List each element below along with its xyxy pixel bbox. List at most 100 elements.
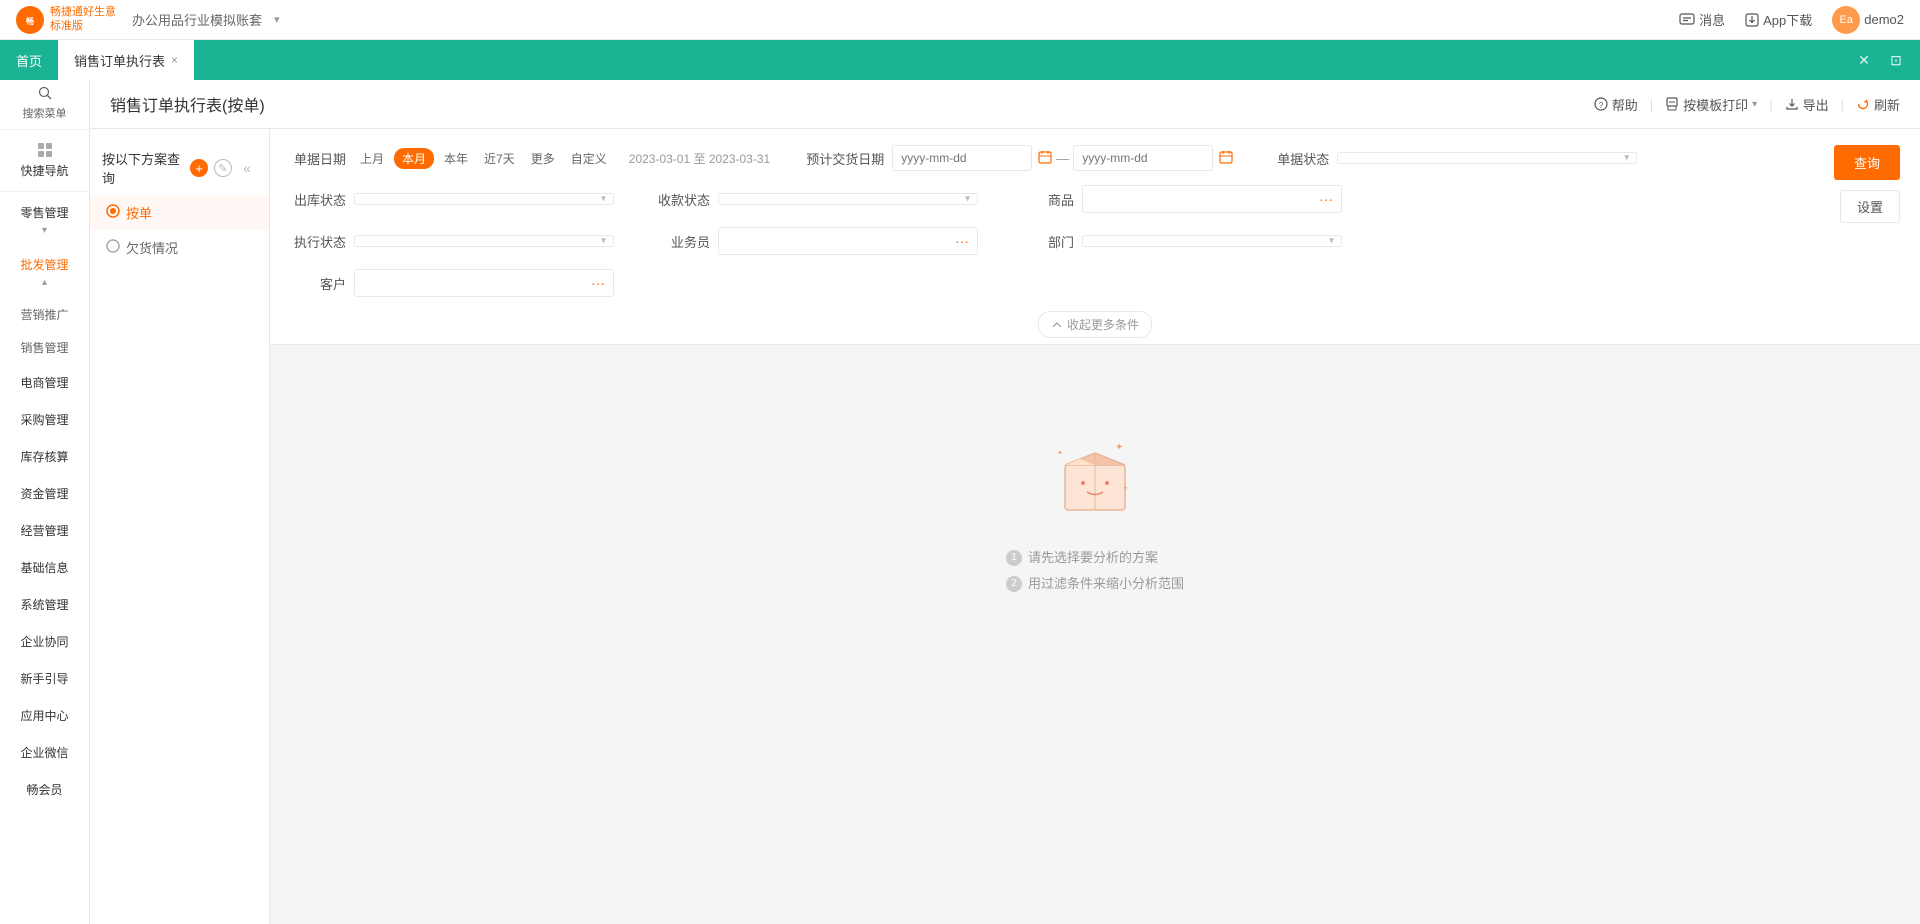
- tab-close-icon[interactable]: ×: [171, 53, 178, 67]
- panel-item-backorder[interactable]: 欠货情况: [90, 230, 269, 265]
- print-btn[interactable]: 按模板打印 ▾: [1665, 95, 1757, 114]
- date-btn-7days[interactable]: 近7天: [478, 148, 521, 169]
- panel-item-active-icon: [106, 204, 120, 221]
- page-actions: ? 帮助 | 按模板打印 ▾ | 导出: [1594, 95, 1900, 114]
- tab-active[interactable]: 销售订单执行表 ×: [58, 40, 194, 80]
- delivery-select-display[interactable]: ▾: [354, 193, 614, 205]
- calendar-end-icon[interactable]: [1219, 150, 1233, 167]
- collapse-conditions-btn[interactable]: 收起更多条件: [1038, 311, 1152, 338]
- sidebar-item-appcenter[interactable]: 应用中心: [0, 697, 89, 734]
- date-range-text: 2023-03-01 至 2023-03-31: [629, 150, 770, 167]
- panel-edit-btn[interactable]: ✎: [213, 158, 233, 178]
- sidebar-item-finance[interactable]: 资金管理: [0, 475, 89, 512]
- dropdown-arrow-icon[interactable]: ▾: [274, 13, 280, 26]
- filter-customer-label: 客户: [286, 274, 346, 293]
- export-btn[interactable]: 导出: [1785, 95, 1829, 114]
- date-btn-more[interactable]: 更多: [525, 148, 561, 169]
- tab-home[interactable]: 首页: [0, 40, 58, 80]
- empty-state: ✦ ✦ ✦: [270, 345, 1920, 677]
- empty-illustration: ✦ ✦ ✦: [1045, 425, 1145, 525]
- filter-status-item: 单据状态 ▾: [1269, 149, 1637, 168]
- sidebar-item-member[interactable]: 畅会员: [0, 771, 89, 808]
- main-content: 销售订单执行表(按单) ? 帮助 | 按模板打印 ▾ |: [90, 80, 1920, 924]
- goods-more-icon[interactable]: ···: [1319, 191, 1333, 207]
- sidebar-item-inventory[interactable]: 库存核算: [0, 438, 89, 475]
- sidebar-item-retail[interactable]: 零售管理▾: [0, 194, 89, 246]
- expected-date-end[interactable]: [1073, 145, 1213, 171]
- panel-item-icon: [106, 239, 120, 256]
- customer-more-icon[interactable]: ···: [591, 275, 605, 291]
- nav-tab-actions: ✕ ⊡: [1852, 48, 1920, 72]
- filter-collect-label: 收款状态: [650, 190, 710, 209]
- department-dropdown-icon: ▾: [1329, 236, 1334, 247]
- collect-dropdown-icon: ▾: [965, 194, 970, 205]
- refresh-btn[interactable]: 刷新: [1856, 95, 1900, 114]
- sidebar-item-search[interactable]: 搜索菜单: [0, 80, 89, 127]
- execute-select-display[interactable]: ▾: [354, 235, 614, 247]
- collect-select[interactable]: ▾: [718, 193, 978, 205]
- filter-department-item: 部门 ▾: [1014, 232, 1342, 251]
- filter-date-item: 单据日期 上月 本月 本年 近7天 更多 自定义: [286, 148, 770, 169]
- logo-icon: 畅: [16, 6, 44, 34]
- filter-salesperson-label: 业务员: [650, 232, 710, 251]
- filter-date-label: 单据日期: [286, 149, 346, 168]
- sidebar-item-wechat[interactable]: 企业微信: [0, 734, 89, 771]
- print-dropdown-arrow-icon: ▾: [1752, 99, 1757, 110]
- filter-department-label: 部门: [1014, 232, 1074, 251]
- top-bar-title: 办公用品行业模拟账套: [132, 10, 262, 29]
- sidebar-item-operation[interactable]: 经营管理: [0, 512, 89, 549]
- left-panel: 按以下方案查询 + ✎ «: [90, 129, 270, 924]
- panel-collapse-btn[interactable]: «: [237, 158, 257, 178]
- empty-hint-2: 2 用过滤条件来缩小分析范围: [1006, 571, 1184, 597]
- collect-select-display[interactable]: ▾: [718, 193, 978, 205]
- execute-dropdown-icon: ▾: [601, 236, 606, 247]
- sidebar-item-newuser[interactable]: 新手引导: [0, 660, 89, 697]
- filter-status-label: 单据状态: [1269, 149, 1329, 168]
- collapse-btn-row: 收起更多条件: [270, 305, 1920, 344]
- sidebar-item-purchase[interactable]: 采购管理: [0, 401, 89, 438]
- svg-text:畅: 畅: [26, 16, 34, 26]
- sidebar-sub-item-marketing[interactable]: 营销推广: [0, 298, 89, 331]
- help-btn[interactable]: ? 帮助: [1594, 95, 1638, 114]
- setting-btn[interactable]: 设置: [1840, 190, 1900, 223]
- delivery-select[interactable]: ▾: [354, 193, 614, 205]
- status-select-display[interactable]: ▾: [1337, 152, 1637, 164]
- sidebar-item-wholesale[interactable]: 批发管理▴: [0, 246, 89, 298]
- filter-expected-date-item: 预计交货日期 —: [806, 145, 1233, 171]
- right-action-btns: 查询 设置: [1830, 129, 1920, 305]
- date-btn-custom[interactable]: 自定义: [565, 148, 613, 169]
- panel-item-by-order[interactable]: 按单: [90, 195, 269, 230]
- date-btn-last-month[interactable]: 上月: [354, 148, 390, 169]
- panel-section-header: 按以下方案查询 + ✎ «: [90, 141, 269, 195]
- avatar: Ea: [1832, 6, 1860, 34]
- execute-select[interactable]: ▾: [354, 235, 614, 247]
- sidebar-item-basics[interactable]: 基础信息: [0, 549, 89, 586]
- date-btn-this-month[interactable]: 本月: [394, 148, 434, 169]
- nav-tabs: 首页 销售订单执行表 × ✕ ⊡: [0, 40, 1920, 80]
- app-logo: 畅 畅捷通好生意 标准版: [16, 6, 116, 34]
- app-download-btn[interactable]: App下载: [1745, 10, 1812, 29]
- expected-date-start[interactable]: [892, 145, 1032, 171]
- page-title: 销售订单执行表(按单): [110, 92, 265, 116]
- salesperson-more-icon[interactable]: ···: [955, 233, 969, 249]
- status-select[interactable]: ▾: [1337, 152, 1637, 164]
- sidebar-sub-item-sales[interactable]: 销售管理: [0, 331, 89, 364]
- date-btn-this-year[interactable]: 本年: [438, 148, 474, 169]
- message-btn[interactable]: 消息: [1679, 10, 1725, 29]
- sidebar-item-shortcut[interactable]: 快捷导航: [0, 132, 89, 189]
- window-close-btn[interactable]: ✕: [1852, 48, 1876, 72]
- calendar-start-icon[interactable]: [1038, 150, 1052, 167]
- window-expand-btn[interactable]: ⊡: [1884, 48, 1908, 72]
- filter-section: 单据日期 上月 本月 本年 近7天 更多 自定义: [270, 129, 1920, 345]
- filter-execute-label: 执行状态: [286, 232, 346, 251]
- sidebar-item-corp[interactable]: 企业协同: [0, 623, 89, 660]
- search-btn[interactable]: 查询: [1834, 145, 1900, 180]
- panel-actions: + ✎ «: [189, 158, 257, 178]
- sidebar-item-ecommerce[interactable]: 电商管理: [0, 364, 89, 401]
- department-select[interactable]: ▾: [1082, 235, 1342, 247]
- sidebar-item-system[interactable]: 系统管理: [0, 586, 89, 623]
- panel-add-btn[interactable]: +: [189, 158, 209, 178]
- filter-collect-item: 收款状态 ▾: [650, 190, 978, 209]
- department-select-display[interactable]: ▾: [1082, 235, 1342, 247]
- user-profile[interactable]: Ea demo2: [1832, 6, 1904, 34]
